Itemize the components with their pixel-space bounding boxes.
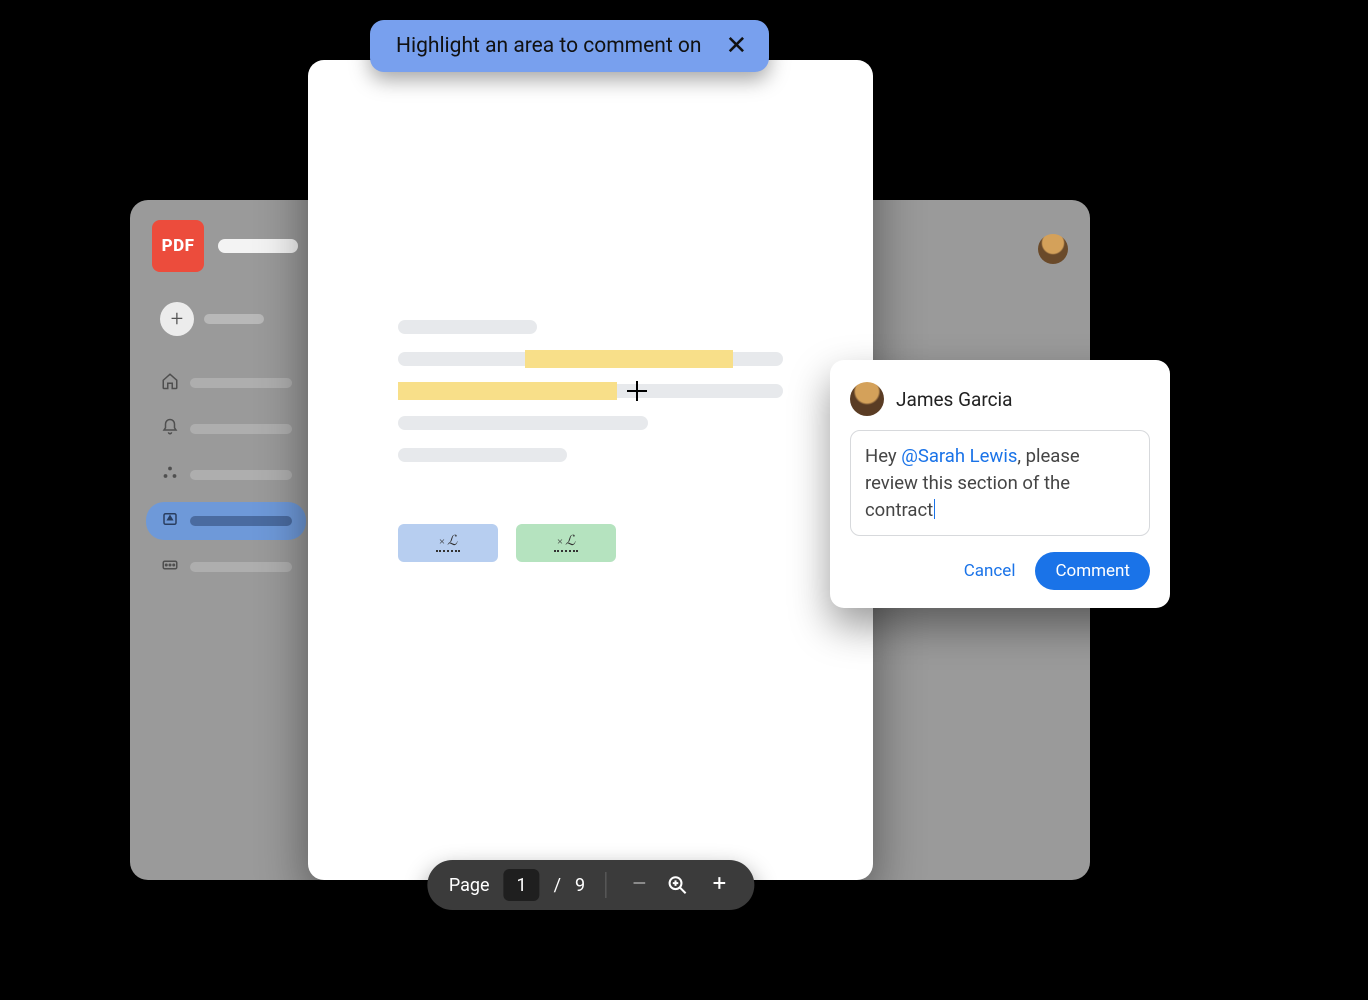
sidebar-new-button[interactable]: + (146, 300, 306, 338)
signature-placeholder: ×ℒ (436, 535, 460, 552)
sidebar-item-label (190, 378, 292, 388)
shared-icon (160, 464, 180, 487)
cancel-button[interactable]: Cancel (964, 561, 1016, 581)
drive-icon (160, 510, 180, 533)
signature-placeholder: ×ℒ (554, 535, 578, 552)
sidebar-item-notifications[interactable] (146, 410, 306, 448)
page-toolbar: Page 1 / 9 (427, 860, 754, 910)
comment-author-avatar (850, 382, 884, 416)
doc-text-line (398, 352, 783, 366)
bell-icon (160, 418, 180, 441)
sidebar: + (146, 300, 306, 586)
signature-field-1[interactable]: ×ℒ (398, 524, 498, 562)
comment-popover: James Garcia Hey @Sarah Lewis, please re… (830, 360, 1170, 608)
sidebar-item-other[interactable] (146, 548, 306, 586)
signature-field-2[interactable]: ×ℒ (516, 524, 616, 562)
pdf-app-badge: PDF (152, 220, 204, 272)
close-icon[interactable]: ✕ (725, 33, 747, 59)
title-placeholder (218, 239, 298, 253)
page-total: 9 (575, 875, 585, 896)
comment-author-name: James Garcia (896, 388, 1013, 411)
sidebar-item-shared[interactable] (146, 456, 306, 494)
comment-mention[interactable]: @Sarah Lewis (901, 445, 1017, 467)
comment-text-before: Hey (865, 445, 901, 467)
sidebar-item-label (204, 314, 264, 324)
user-avatar[interactable] (1038, 234, 1068, 264)
zoom-reset-button[interactable] (666, 874, 692, 896)
zoom-out-button[interactable] (626, 873, 652, 898)
home-icon (160, 372, 180, 395)
sidebar-item-home[interactable] (146, 364, 306, 402)
page-current-input[interactable]: 1 (504, 869, 540, 901)
text-caret (934, 499, 935, 519)
sidebar-item-label (190, 562, 292, 572)
sidebar-item-label (190, 470, 292, 480)
comment-input[interactable]: Hey @Sarah Lewis, please review this sec… (850, 430, 1150, 536)
doc-text-line (398, 320, 537, 334)
document-page[interactable]: ×ℒ ×ℒ Page 1 / 9 (308, 60, 873, 880)
tooltip-text: Highlight an area to comment on (396, 34, 701, 58)
sidebar-item-label (190, 424, 292, 434)
page-separator: / (554, 875, 561, 896)
plus-icon: + (160, 302, 194, 336)
text-highlight (398, 382, 617, 400)
zoom-in-button[interactable] (706, 873, 732, 898)
doc-text-line (398, 448, 567, 462)
comment-button[interactable]: Comment (1035, 552, 1150, 590)
sidebar-item-label (190, 516, 292, 526)
keyboard-icon (160, 556, 180, 579)
doc-text-line (398, 384, 783, 398)
sidebar-item-drive[interactable] (146, 502, 306, 540)
page-label: Page (449, 875, 490, 896)
doc-text-line (398, 416, 648, 430)
text-highlight (525, 350, 733, 368)
highlight-tooltip: Highlight an area to comment on ✕ (370, 20, 769, 72)
